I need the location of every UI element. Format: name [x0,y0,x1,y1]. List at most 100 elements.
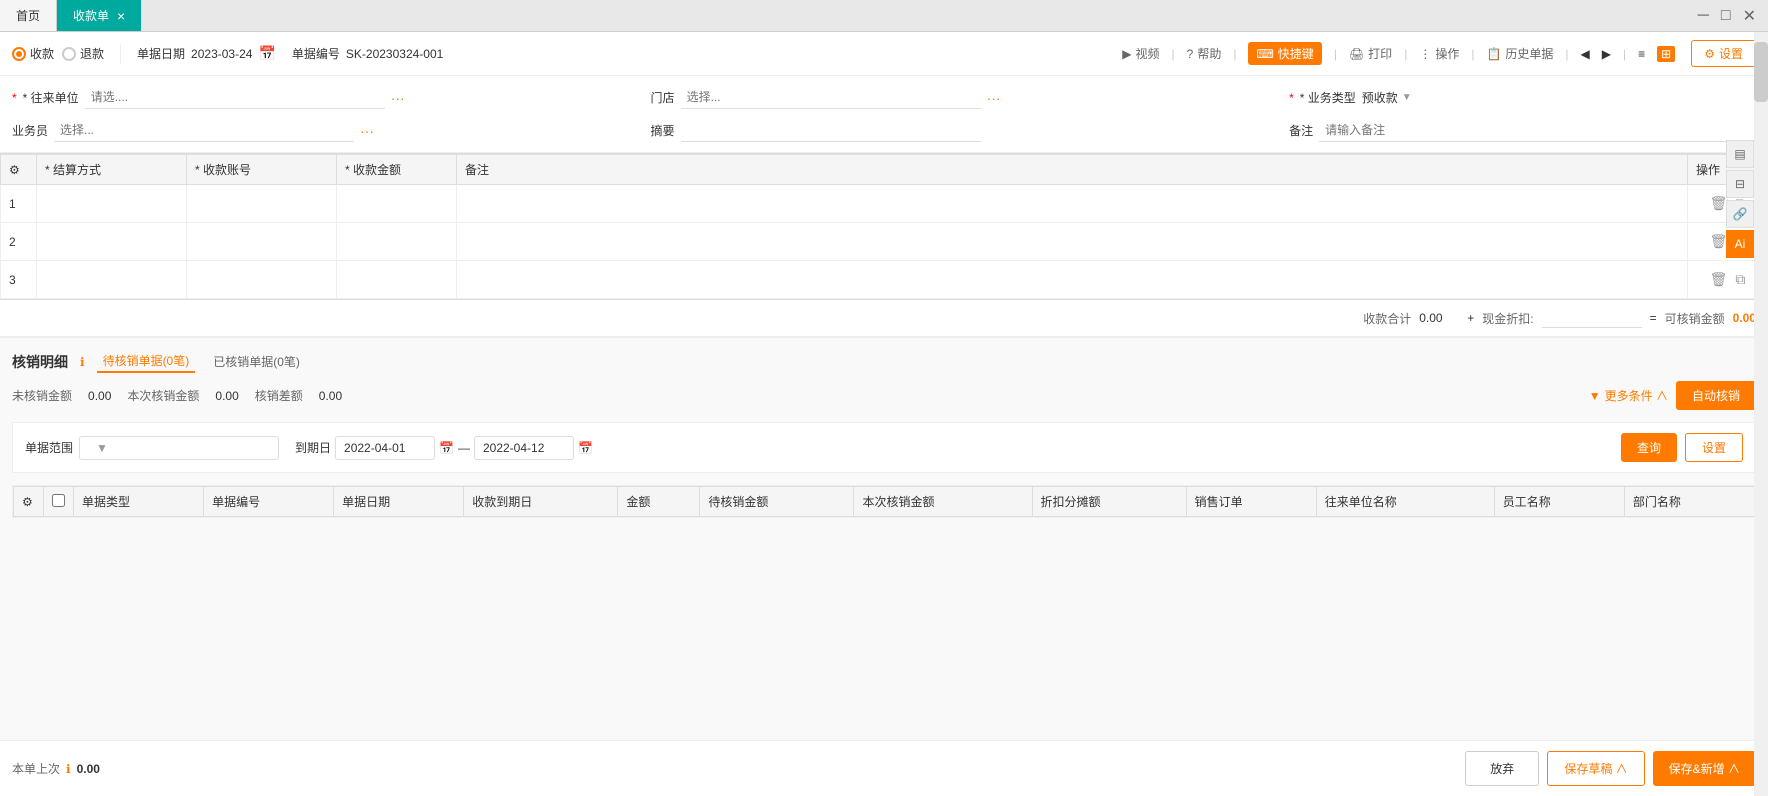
bottom-info-icon[interactable]: ℹ [66,762,71,776]
panel-icon-1[interactable]: ▤ [1726,140,1754,168]
party-more-icon[interactable]: ··· [391,90,405,106]
save-new-label: 保存&新增 ∧ [1669,760,1740,777]
panel-icon-3[interactable]: 🔗 [1726,200,1754,228]
tab-pending[interactable]: 待核销单据(0笔) [97,350,196,373]
bill-range-select[interactable]: ▼ [79,436,279,460]
bottom-label: 本单上次 [12,760,60,777]
date-from-input[interactable] [335,436,435,460]
verify-info-icon[interactable]: ℹ [80,355,85,369]
settings-button[interactable]: ⚙ 设置 [1691,40,1756,67]
delete-icon-1[interactable]: 🗑 [1710,195,1728,212]
save-draft-button[interactable]: 保存草稿 ∧ [1547,751,1644,786]
help-btn[interactable]: ? 帮助 [1187,45,1222,62]
settings-small-button[interactable]: 设置 [1685,433,1743,462]
col-date-header: 单据日期 [334,487,464,517]
amount-cell-3[interactable] [337,261,457,299]
party-required-star: * [12,91,17,105]
settle-cell-1[interactable] [37,185,187,223]
print-label: 打印 [1368,45,1392,62]
shortcut-label: 快捷键 [1278,45,1314,62]
table-settings-icon[interactable]: ⚙ [1,155,37,185]
panel-icon-4[interactable]: Ai [1726,230,1754,258]
calendar-from-icon[interactable]: 📅 [439,441,454,455]
save-new-button[interactable]: 保存&新增 ∧ [1653,751,1756,786]
tab-done[interactable]: 已核销单据(0笔) [207,351,306,372]
more-conditions-btn[interactable]: ▼ 更多条件 ∧ [1589,387,1668,404]
salesperson-input[interactable] [54,119,354,142]
bottom-table-gear[interactable]: ⚙ [14,487,44,517]
unclaimed-label: 未核销金额 [12,387,72,404]
verify-title: 核销明细 [12,352,68,372]
note-cell-3[interactable] [457,261,1688,299]
this-time-label: 本次核销金额 [127,387,199,404]
calendar-icon[interactable]: 📅 [258,45,275,62]
tab-home-label: 首页 [16,7,40,24]
list-view-icon[interactable]: ≡ [1638,47,1645,61]
summary-input[interactable] [681,119,981,142]
shortcut-btn[interactable]: ⌨ 快捷键 [1248,42,1321,65]
equals-sign: = [1650,311,1657,325]
radio-receive-label: 收款 [30,45,54,62]
delete-icon-3[interactable]: 🗑 [1710,271,1728,288]
delete-icon-2[interactable]: 🗑 [1710,233,1728,250]
col-settle-header: * 结算方式 [37,155,187,185]
scrollbar-thumb[interactable] [1754,42,1768,102]
nav-left-icon[interactable]: ◀ [1581,47,1590,61]
select-all-checkbox[interactable] [52,494,65,507]
salesperson-label: 业务员 [12,122,48,139]
verify-stats: 未核销金额 0.00 本次核销金额 0.00 核销差额 0.00 [12,387,342,404]
settle-cell-2[interactable] [37,223,187,261]
close-window-icon[interactable]: ✕ [1743,6,1756,26]
operate-btn[interactable]: ⋮ 操作 [1419,45,1459,62]
account-cell-2[interactable] [187,223,337,261]
amount-cell-1[interactable] [337,185,457,223]
row-num-1: 1 [1,185,37,223]
party-input[interactable] [85,86,385,109]
sep3: | [1334,47,1337,61]
salesperson-more-icon[interactable]: ··· [360,123,374,139]
form-area: * * 往来单位 ··· 门店 ··· * * 业务类型 预收款 [0,76,1768,153]
due-date-field: 到期日 📅 — 📅 [295,436,593,460]
copy-icon-3[interactable]: ⧉ [1735,271,1745,288]
query-button[interactable]: 查询 [1621,433,1677,462]
account-cell-1[interactable] [187,185,337,223]
remark-input[interactable] [1319,119,1756,142]
form-row-2: 业务员 ··· 摘要 备注 [12,119,1756,142]
print-btn[interactable]: 🖨 打印 [1349,45,1392,62]
radio-refund[interactable]: 退款 [62,45,104,62]
receipt-table-container: ⚙ * 结算方式 * 收款账号 * 收款金额 备注 [0,153,1768,300]
tab-close-icon[interactable]: × [117,8,125,24]
bottom-table-checkbox[interactable] [44,487,74,517]
calendar-to-icon[interactable]: 📅 [578,441,593,455]
tab-home[interactable]: 首页 [0,0,57,31]
account-cell-3[interactable] [187,261,337,299]
row-num-2: 2 [1,223,37,261]
panel-icon-2[interactable]: ⊟ [1726,170,1754,198]
minimize-icon[interactable]: ─ [1698,7,1709,25]
shop-more-icon[interactable]: ··· [987,90,1001,106]
history-btn[interactable]: 📋 历史单据 [1486,45,1553,62]
radio-receive[interactable]: 收款 [12,45,54,62]
nav-right-icon[interactable]: ▶ [1602,47,1611,61]
maximize-icon[interactable]: □ [1721,7,1731,25]
date-to-input[interactable] [474,436,574,460]
bill-range-label: 单据范围 [25,439,73,456]
save-draft-label: 保存草稿 ∧ [1564,760,1627,777]
shop-input[interactable] [681,86,981,109]
auto-verify-button[interactable]: 自动核销 [1676,381,1756,410]
remark-field: 备注 [1289,119,1756,142]
tab-receipt[interactable]: 收款单 × [57,0,141,31]
bill-date-value: 2023-03-24 [191,47,252,61]
video-btn[interactable]: ▶ 视频 [1122,45,1159,62]
bottom-bar: 本单上次 ℹ 0.00 放弃 保存草稿 ∧ 保存&新增 ∧ [0,740,1768,796]
settle-cell-3[interactable] [37,261,187,299]
biz-type-select[interactable]: 预收款 ▼ [1362,89,1412,106]
remark-label: 备注 [1289,122,1313,139]
amount-cell-2[interactable] [337,223,457,261]
discard-button[interactable]: 放弃 [1465,751,1539,786]
grid-view-icon[interactable]: ⊞ [1657,46,1675,62]
discount-input[interactable] [1542,308,1642,328]
verify-header: 核销明细 ℹ 待核销单据(0笔) 已核销单据(0笔) [12,350,1756,373]
note-cell-1[interactable] [457,185,1688,223]
note-cell-2[interactable] [457,223,1688,261]
